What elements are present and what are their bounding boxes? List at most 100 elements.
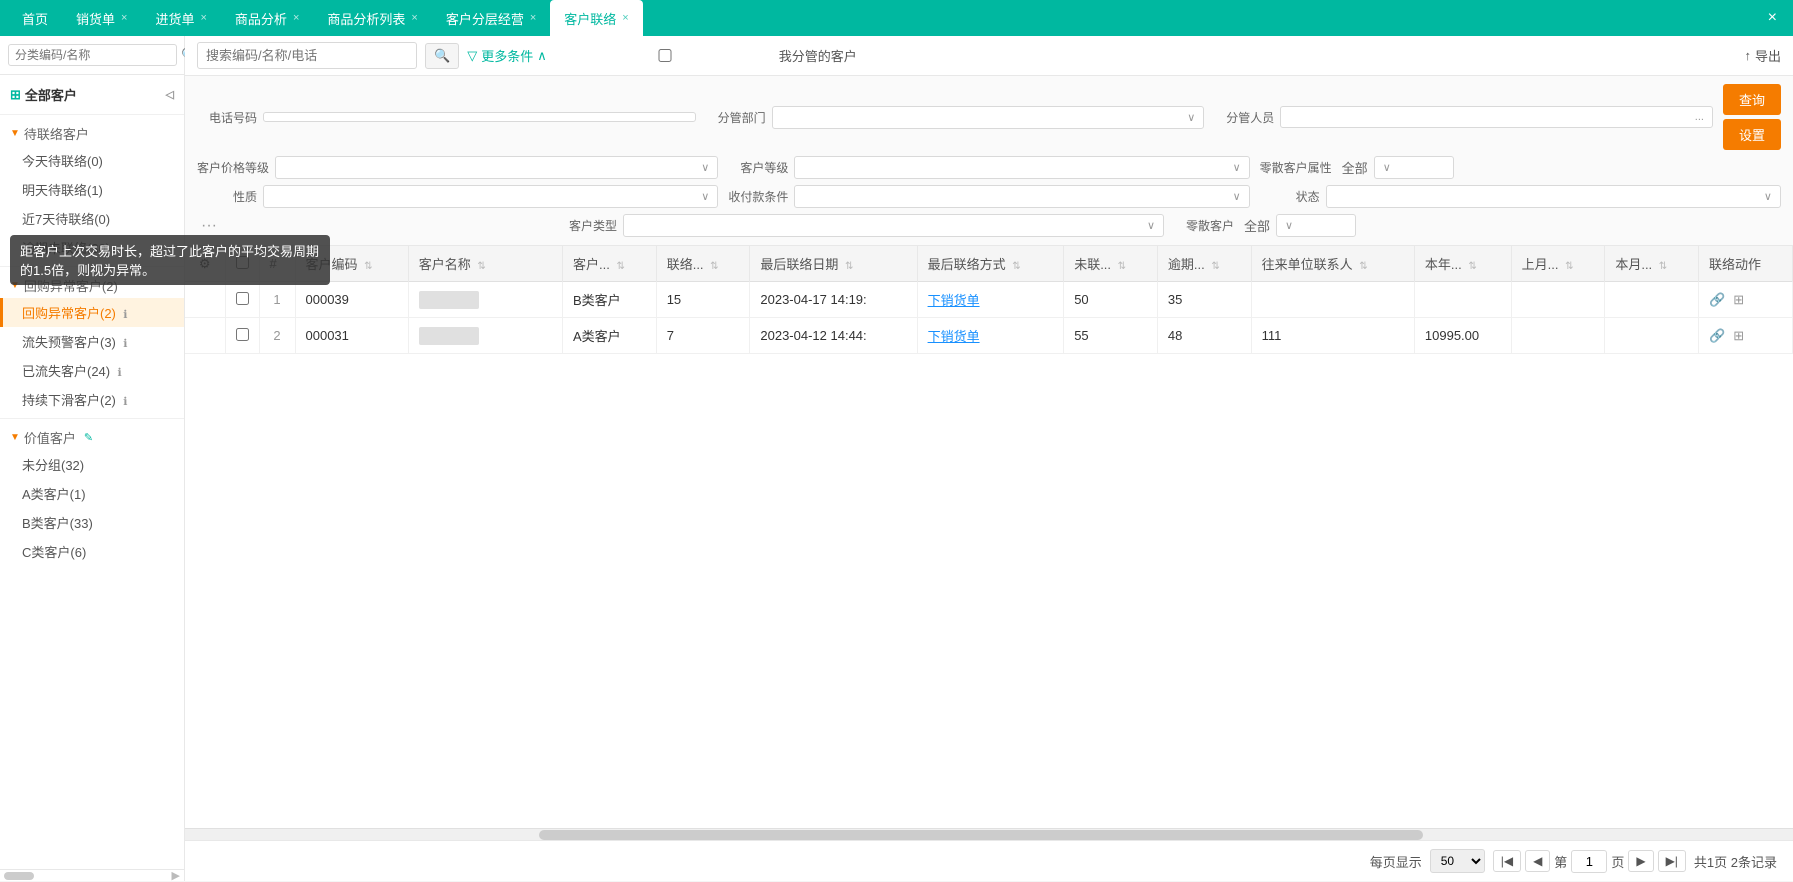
last-page-btn[interactable]: ▶| bbox=[1658, 850, 1686, 872]
nav-customer-segments[interactable]: 客户分层经营 × bbox=[432, 0, 550, 36]
sidebar: 🔍 ⊞ 全部客户 ◁ ▼ 待联络客户 今天待联络(0) 明天待联络(1) 近7天… bbox=[0, 36, 185, 881]
sidebar-collapse-btn[interactable]: ◁ bbox=[166, 88, 174, 101]
row-2-checkbox[interactable] bbox=[236, 328, 249, 341]
info-icon: ℹ bbox=[123, 309, 127, 321]
close-purchase-order-icon[interactable]: × bbox=[200, 12, 206, 24]
nav-customer-contact[interactable]: 客户联络 × bbox=[550, 0, 642, 36]
link-icon-2[interactable]: 🔗 bbox=[1709, 328, 1725, 344]
first-page-btn[interactable]: |◀ bbox=[1493, 850, 1521, 872]
grid-icon-1[interactable]: ⊞ bbox=[1733, 292, 1744, 308]
my-customers-check[interactable] bbox=[555, 49, 775, 62]
col-this-month[interactable]: 本月... ⇅ bbox=[1605, 246, 1699, 282]
filter-dots[interactable]: ··· bbox=[197, 217, 221, 235]
sort-icon-name: ⇅ bbox=[477, 261, 485, 272]
search-input[interactable] bbox=[197, 42, 417, 69]
retail-customer-select[interactable]: ∨ bbox=[1276, 214, 1356, 237]
sidebar-item-7days[interactable]: 近7天待联络(0) bbox=[0, 204, 184, 233]
link-icon-1[interactable]: 🔗 bbox=[1709, 292, 1725, 308]
col-customer-type[interactable]: 客户... ⇅ bbox=[563, 246, 657, 282]
col-this-year[interactable]: 本年... ⇅ bbox=[1414, 246, 1511, 282]
retail-attr-value: 全部 bbox=[1342, 158, 1368, 177]
grid-icon-2[interactable]: ⊞ bbox=[1733, 328, 1744, 344]
row-date-2: 2023-04-12 14:44: bbox=[750, 318, 917, 354]
customer-level-chevron: ∨ bbox=[701, 161, 709, 174]
sidebar-item-declining[interactable]: 持续下滑客户(2) ℹ bbox=[0, 385, 184, 414]
page-label: 第 bbox=[1554, 852, 1567, 871]
sidebar-item-unclassified[interactable]: 未分组(32) bbox=[0, 450, 184, 479]
row-1-checkbox[interactable] bbox=[236, 292, 249, 305]
close-customer-segments-icon[interactable]: × bbox=[530, 12, 536, 24]
query-button[interactable]: 查询 bbox=[1723, 84, 1781, 115]
manager-select[interactable]: ... bbox=[1280, 106, 1713, 128]
sidebar-item-class-b[interactable]: B类客户(33) bbox=[0, 508, 184, 537]
close-all-tabs[interactable]: × bbox=[1760, 9, 1785, 27]
nav-sales-order[interactable]: 销货单 × bbox=[62, 0, 141, 36]
prev-page-btn[interactable]: ◀ bbox=[1525, 850, 1550, 872]
gender-select[interactable]: ∨ bbox=[263, 185, 718, 208]
sidebar-arrow-right[interactable]: ▶ bbox=[172, 869, 180, 882]
sidebar-item-tomorrow[interactable]: 明天待联络(1) bbox=[0, 175, 184, 204]
sidebar-item-class-a[interactable]: A类客户(1) bbox=[0, 479, 184, 508]
status-select[interactable]: ∨ bbox=[1326, 185, 1781, 208]
close-customer-contact-icon[interactable]: × bbox=[622, 12, 628, 24]
customer-level-label: 客户价格等级 bbox=[197, 159, 269, 176]
filter-row-2: 客户价格等级 ∨ 客户等级 ∨ 零散客户属性 全部 bbox=[197, 156, 1781, 179]
sidebar-item-lost[interactable]: 已流失客户(24) ℹ bbox=[0, 356, 184, 385]
tooltip-overlay: 距客户上次交易时长，超过了此客户的平均交易周期的1.5倍，则视为异常。 bbox=[185, 235, 330, 285]
dept-select[interactable]: ∨ bbox=[772, 106, 1205, 129]
next-page-btn[interactable]: ▶ bbox=[1628, 850, 1653, 872]
sidebar-item-class-c[interactable]: C类客户(6) bbox=[0, 537, 184, 566]
sidebar-item-today[interactable]: 今天待联络(0) bbox=[0, 146, 184, 175]
col-unreached[interactable]: 未联... ⇅ bbox=[1064, 246, 1158, 282]
col-contact[interactable]: 联络... ⇅ bbox=[656, 246, 750, 282]
per-page-select[interactable]: 50 20 100 bbox=[1430, 849, 1485, 873]
row-checkbox-1[interactable] bbox=[225, 282, 259, 318]
close-sales-order-icon[interactable]: × bbox=[121, 12, 127, 24]
filter-manager: 分管人员 ... bbox=[1214, 106, 1713, 128]
nav-purchase-order[interactable]: 进货单 × bbox=[141, 0, 220, 36]
sidebar-scrollbar[interactable]: ▶ bbox=[0, 869, 184, 881]
col-last-contact-method[interactable]: 最后联络方式 ⇅ bbox=[917, 246, 1064, 282]
export-icon: ↑ bbox=[1744, 48, 1751, 63]
my-customers-checkbox[interactable]: 我分管的客户 bbox=[555, 46, 857, 65]
sidebar-item-repurchase-abnormal-active[interactable]: 回购异常客户(2) ℹ bbox=[0, 298, 184, 327]
close-product-analysis-icon[interactable]: × bbox=[293, 12, 299, 24]
filter-row-3: 性质 ∨ 收付款条件 ∨ 状态 bbox=[197, 185, 1781, 208]
row-num-1: 1 bbox=[259, 282, 295, 318]
group-pending-contact[interactable]: ▼ 待联络客户 bbox=[0, 119, 184, 146]
col-last-contact-date[interactable]: 最后联络日期 ⇅ bbox=[750, 246, 917, 282]
sidebar-item-loss-warning[interactable]: 流失预警客户(3) ℹ bbox=[0, 327, 184, 356]
group-value-customers[interactable]: ▼ 价值客户 ✎ bbox=[0, 423, 184, 450]
edit-icon[interactable]: ✎ bbox=[84, 431, 93, 444]
page-number-input[interactable] bbox=[1571, 850, 1607, 873]
more-conditions-toggle[interactable]: ▽ 更多条件 ∧ bbox=[467, 46, 547, 65]
sidebar-all-customers[interactable]: ⊞ 全部客户 ◁ bbox=[0, 79, 184, 110]
col-customer-name[interactable]: 客户名称 ⇅ bbox=[408, 246, 562, 282]
customer-grade-select[interactable]: ∨ bbox=[794, 156, 1249, 179]
export-button[interactable]: ↑ 导出 bbox=[1744, 46, 1781, 65]
scroll-thumb[interactable] bbox=[539, 830, 1423, 840]
row-method-1[interactable]: 下销货单 bbox=[917, 282, 1064, 318]
nav-product-analysis-list[interactable]: 商品分析列表 × bbox=[313, 0, 431, 36]
triangle-icon-3: ▼ bbox=[10, 432, 20, 443]
retail-attr-select[interactable]: ∨ bbox=[1374, 156, 1454, 179]
horizontal-scrollbar[interactable] bbox=[185, 828, 1793, 840]
payment-select[interactable]: ∨ bbox=[794, 185, 1249, 208]
col-contacts-person[interactable]: 往来单位联系人 ⇅ bbox=[1251, 246, 1414, 282]
row-checkbox-2[interactable] bbox=[225, 318, 259, 354]
search-button[interactable]: 🔍 bbox=[425, 43, 459, 69]
col-last-month[interactable]: 上月... ⇅ bbox=[1511, 246, 1605, 282]
close-product-analysis-list-icon[interactable]: × bbox=[411, 12, 417, 24]
nav-product-analysis[interactable]: 商品分析 × bbox=[221, 0, 313, 36]
row-contacts-1 bbox=[1251, 282, 1414, 318]
gender-chevron: ∨ bbox=[701, 190, 709, 203]
settings-button[interactable]: 设置 bbox=[1723, 119, 1781, 150]
chevron-up-icon: ∧ bbox=[537, 48, 547, 64]
row-method-2[interactable]: 下销货单 bbox=[917, 318, 1064, 354]
sidebar-search-input[interactable] bbox=[8, 44, 177, 66]
phone-input[interactable] bbox=[263, 112, 696, 122]
col-overdue[interactable]: 逾期... ⇅ bbox=[1157, 246, 1251, 282]
nav-home[interactable]: 首页 bbox=[8, 0, 62, 36]
customer-level-select[interactable]: ∨ bbox=[275, 156, 718, 179]
customer-type-select[interactable]: ∨ bbox=[623, 214, 1164, 237]
